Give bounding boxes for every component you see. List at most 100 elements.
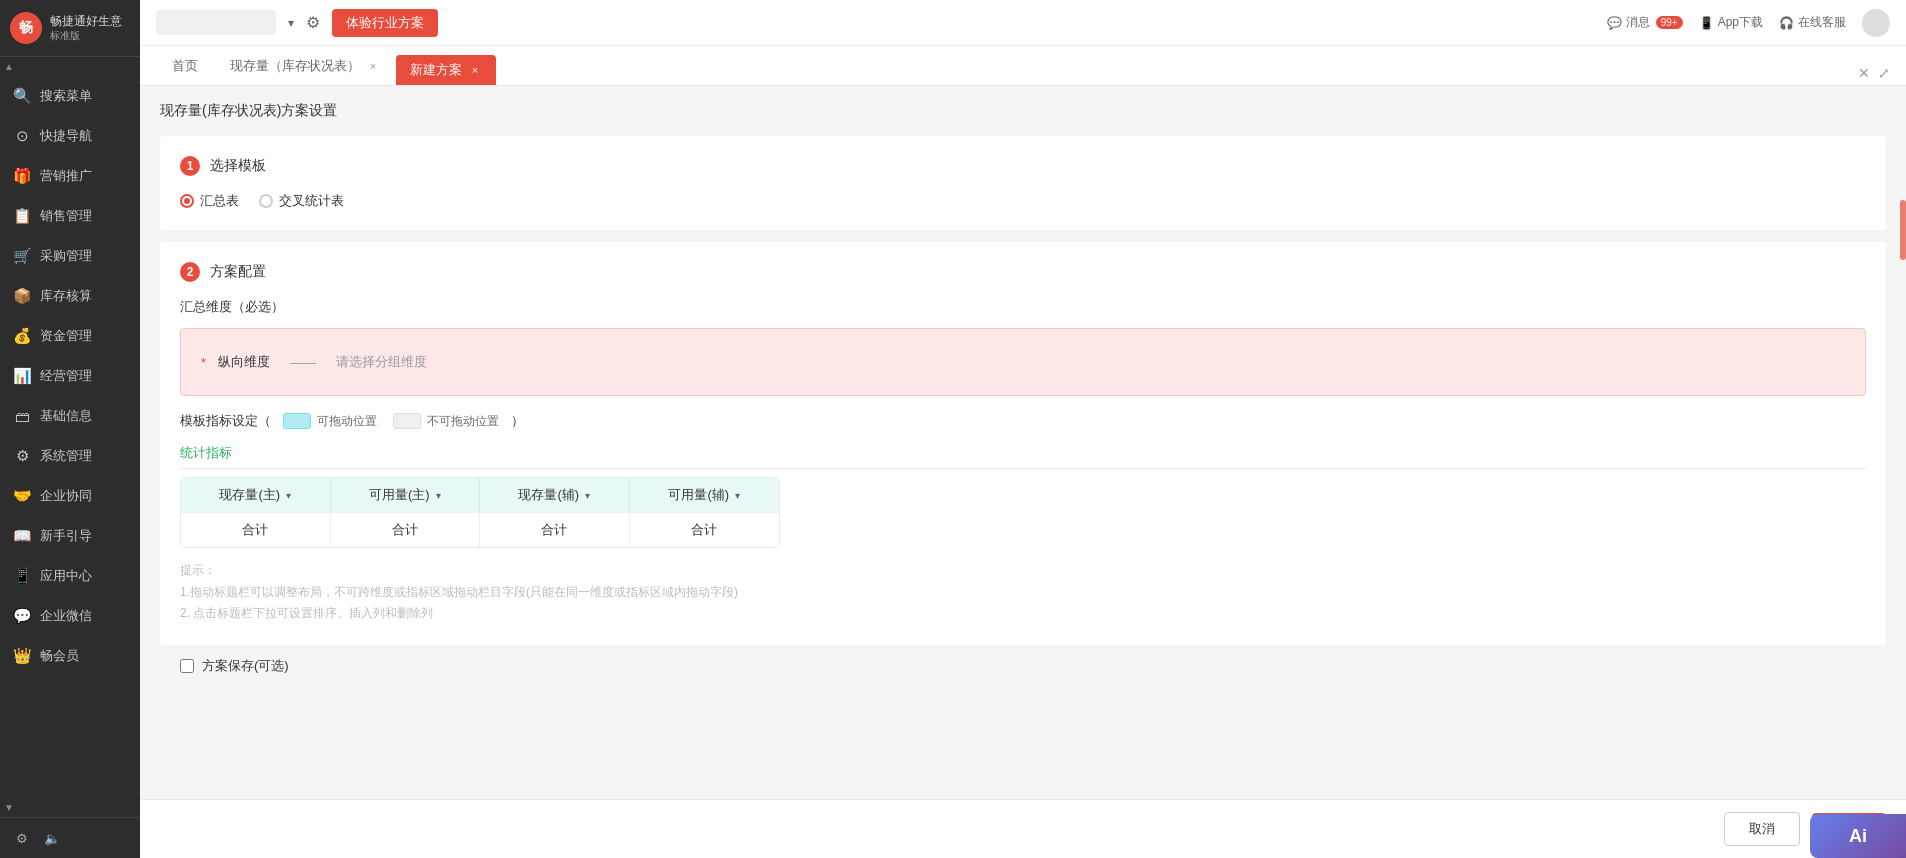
- marketing-icon: 🎁: [12, 166, 32, 186]
- draggable-legend-label: 可拖动位置: [317, 413, 377, 430]
- radio-summary-dot: [180, 194, 194, 208]
- search-menu-icon: 🔍: [12, 86, 32, 106]
- tip-2: 2. 点击标题栏下拉可设置排序、插入列和删除列: [180, 603, 1866, 625]
- tab-close-btn[interactable]: ✕: [1858, 65, 1870, 81]
- sidebar-item-purchase[interactable]: 🛒 采购管理: [0, 236, 140, 276]
- tab-expand-btn[interactable]: ⤢: [1878, 65, 1890, 81]
- sidebar-item-system[interactable]: ⚙ 系统管理: [0, 436, 140, 476]
- sidebar-item-system-label: 系统管理: [40, 447, 92, 465]
- stats-col-1-header[interactable]: 现存量(主) ▾: [181, 478, 331, 512]
- inventory-icon: 📦: [12, 286, 32, 306]
- tab-home[interactable]: 首页: [156, 49, 214, 85]
- sidebar-logo: 畅 畅捷通好生意 标准版: [0, 0, 140, 57]
- sidebar-item-guide-label: 新手引导: [40, 527, 92, 545]
- sidebar-item-sales[interactable]: 📋 销售管理: [0, 196, 140, 236]
- sidebar-item-marketing[interactable]: 🎁 营销推广: [0, 156, 140, 196]
- sidebar-item-cooperation-label: 企业协同: [40, 487, 92, 505]
- tab-inventory-label: 现存量（库存状况表）: [230, 57, 360, 75]
- stats-table-header: 现存量(主) ▾ 可用量(主) ▾ 现存量(辅) ▾ 可用量(辅): [181, 478, 779, 512]
- sidebar-item-search[interactable]: 🔍 搜索菜单: [0, 76, 140, 116]
- sidebar-item-basics[interactable]: 🗃 基础信息: [0, 396, 140, 436]
- sidebar-item-operations[interactable]: 📊 经营管理: [0, 356, 140, 396]
- radio-summary[interactable]: 汇总表: [180, 192, 239, 210]
- sidebar-item-quick-nav-label: 快捷导航: [40, 127, 92, 145]
- topbar-right: 💬 消息 99+ 📱 App下载 🎧 在线客服: [1607, 9, 1890, 37]
- sidebar-item-wechat[interactable]: 💬 企业微信: [0, 596, 140, 636]
- cancel-button[interactable]: 取消: [1724, 812, 1800, 846]
- footer-sound-icon[interactable]: 🔈: [42, 828, 62, 848]
- radio-cross[interactable]: 交叉统计表: [259, 192, 344, 210]
- content-area: 现存量(库存状况表)方案设置 1 选择模板 汇总表 交叉统计表 2: [140, 86, 1906, 799]
- stats-cell-1: 合计: [181, 513, 331, 547]
- sidebar-item-finance[interactable]: 💰 资金管理: [0, 316, 140, 356]
- step2-header: 2 方案配置: [180, 262, 1866, 282]
- tab-expand-area: ✕ ⤢: [1858, 65, 1890, 85]
- required-dash: ——: [290, 355, 316, 370]
- sidebar-scroll-down[interactable]: ▼: [0, 798, 140, 817]
- stats-cell-3: 合计: [480, 513, 630, 547]
- col-1-chevron-icon: ▾: [286, 490, 291, 501]
- topbar-search-text: [166, 15, 238, 29]
- sidebar-item-sales-label: 销售管理: [40, 207, 92, 225]
- online-service-btn[interactable]: 🎧 在线客服: [1779, 14, 1846, 31]
- stats-col-3-header[interactable]: 现存量(辅) ▾: [480, 478, 630, 512]
- message-label: 消息: [1626, 14, 1650, 31]
- sidebar-item-cooperation[interactable]: 🤝 企业协同: [0, 476, 140, 516]
- app-center-icon: 📱: [12, 566, 32, 586]
- topbar-dropdown-btn[interactable]: ▾: [288, 16, 294, 30]
- indicator-settings-label: 模板指标设定（: [180, 412, 271, 430]
- stats-col-2-label: 可用量(主): [369, 486, 430, 504]
- app-download-label: App下载: [1718, 14, 1763, 31]
- non-draggable-legend-box: [393, 413, 421, 429]
- trial-btn[interactable]: 体验行业方案: [332, 9, 438, 37]
- sidebar-item-quick-nav[interactable]: ⊙ 快捷导航: [0, 116, 140, 156]
- message-btn[interactable]: 💬 消息 99+: [1607, 14, 1683, 31]
- stats-cell-2: 合计: [331, 513, 481, 547]
- dropdown-arrow-icon: ▾: [288, 16, 294, 30]
- sidebar-item-operations-label: 经营管理: [40, 367, 92, 385]
- app-name-block: 畅捷通好生意 标准版: [50, 13, 122, 44]
- step1-title: 选择模板: [210, 157, 266, 175]
- dim-placeholder[interactable]: 请选择分组维度: [336, 353, 427, 371]
- required-star: *: [201, 355, 206, 370]
- sidebar-item-inventory[interactable]: 📦 库存核算: [0, 276, 140, 316]
- member-icon: 👑: [12, 646, 32, 666]
- app-logo-icon: 畅: [10, 12, 42, 44]
- stats-title: 统计指标: [180, 444, 1866, 469]
- system-icon: ⚙: [12, 446, 32, 466]
- sidebar-item-member[interactable]: 👑 畅会员: [0, 636, 140, 676]
- avatar[interactable]: [1862, 9, 1890, 37]
- topbar: ▾ ⚙ 体验行业方案 💬 消息 99+ 📱 App下载 🎧 在线客服: [140, 0, 1906, 46]
- stats-cell-4: 合计: [630, 513, 780, 547]
- step2-section: 2 方案配置 汇总维度（必选） * 纵向维度 —— 请选择分组维度 模板指标设定…: [160, 242, 1886, 645]
- wechat-icon: 💬: [12, 606, 32, 626]
- sidebar-item-basics-label: 基础信息: [40, 407, 92, 425]
- required-dim-area[interactable]: * 纵向维度 —— 请选择分组维度: [180, 328, 1866, 396]
- stats-col-4-header[interactable]: 可用量(辅) ▾: [630, 478, 780, 512]
- stats-col-2-header[interactable]: 可用量(主) ▾: [331, 478, 481, 512]
- tab-inventory[interactable]: 现存量（库存状况表） ×: [214, 49, 396, 85]
- save-checkbox[interactable]: [180, 659, 194, 673]
- app-download-btn[interactable]: 📱 App下载: [1699, 14, 1763, 31]
- sidebar-item-guide[interactable]: 📖 新手引导: [0, 516, 140, 556]
- main-area: ▾ ⚙ 体验行业方案 💬 消息 99+ 📱 App下载 🎧 在线客服 首页: [140, 0, 1906, 858]
- topbar-settings-btn[interactable]: ⚙: [306, 13, 320, 32]
- service-label: 在线客服: [1798, 14, 1846, 31]
- tab-inventory-close[interactable]: ×: [366, 59, 380, 73]
- radio-cross-label: 交叉统计表: [279, 192, 344, 210]
- tab-new-scheme-close[interactable]: ×: [468, 63, 482, 77]
- footer-settings-icon[interactable]: ⚙: [12, 828, 32, 848]
- col-4-chevron-icon: ▾: [735, 490, 740, 501]
- sidebar-item-app-center[interactable]: 📱 应用中心: [0, 556, 140, 596]
- ai-badge[interactable]: Ai: [1810, 814, 1906, 858]
- tab-new-scheme[interactable]: 新建方案 ×: [396, 55, 496, 85]
- col-2-chevron-icon: ▾: [436, 490, 441, 501]
- sidebar-scroll-up[interactable]: ▲: [0, 57, 140, 76]
- sidebar-nav: 🔍 搜索菜单 ⊙ 快捷导航 🎁 营销推广 📋 销售管理 🛒 采购管理 📦 库存核…: [0, 76, 140, 798]
- stats-table: 现存量(主) ▾ 可用量(主) ▾ 现存量(辅) ▾ 可用量(辅): [180, 477, 780, 548]
- finance-icon: 💰: [12, 326, 32, 346]
- sidebar-item-purchase-label: 采购管理: [40, 247, 92, 265]
- page-title: 现存量(库存状况表)方案设置: [160, 102, 1886, 120]
- message-badge: 99+: [1656, 16, 1683, 29]
- sales-icon: 📋: [12, 206, 32, 226]
